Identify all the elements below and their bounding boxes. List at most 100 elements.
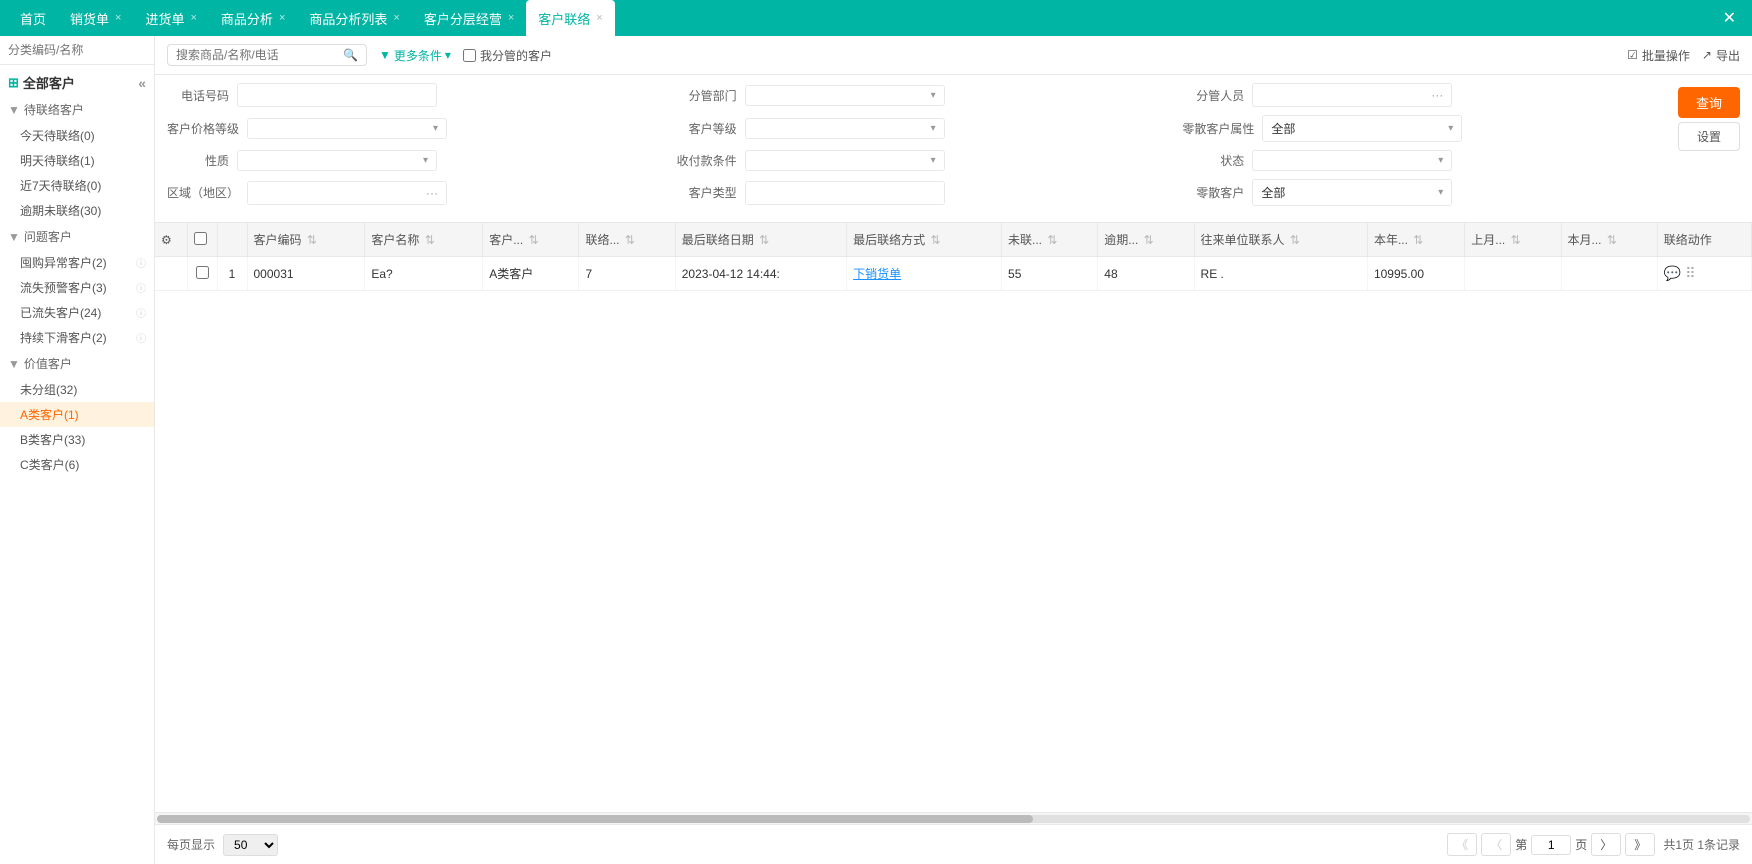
- last-contact-date-column-header[interactable]: 最后联络日期 ⇅: [675, 223, 846, 257]
- sidebar-item-囤购异常客户(2)[interactable]: 囤购异常客户(2)ⓘ: [0, 250, 154, 275]
- status-select[interactable]: ▾: [1252, 150, 1452, 171]
- nav-close-icon[interactable]: ×: [190, 12, 196, 24]
- last-contact-method-column-header[interactable]: 最后联络方式 ⇅: [847, 223, 1002, 257]
- close-window-button[interactable]: ✕: [1715, 8, 1744, 28]
- action-chat-icon[interactable]: 💬: [1664, 265, 1681, 282]
- page-size-select[interactable]: 50 100 200: [223, 834, 278, 856]
- overdue-column-header[interactable]: 逾期... ⇅: [1098, 223, 1194, 257]
- info-icon[interactable]: ⓘ: [136, 330, 146, 345]
- last-contact-method-link[interactable]: 下销货单: [853, 267, 901, 281]
- row-unit-contact-cell: RE .: [1194, 257, 1367, 291]
- nav-item-客户分层经营[interactable]: 客户分层经营×: [412, 0, 526, 36]
- phone-input[interactable]: [237, 83, 437, 107]
- nav-item-客户联络[interactable]: 客户联络×: [526, 0, 614, 36]
- sidebar-all-customers-label[interactable]: 全部客户: [23, 73, 75, 92]
- next-page-button[interactable]: 〉: [1591, 833, 1621, 856]
- retail-attr-select[interactable]: 全部 ▾: [1262, 115, 1462, 142]
- table-scroll-area[interactable]: ⚙ 客户编码 ⇅ 客户名称 ⇅ 客户... ⇅ 联络... ⇅ 最后联络日期 ⇅…: [155, 223, 1752, 812]
- nav-close-icon[interactable]: ×: [508, 12, 514, 24]
- sidebar-item-B类客户(33)[interactable]: B类客户(33): [0, 427, 154, 452]
- last-month-column-header[interactable]: 上月... ⇅: [1465, 223, 1561, 257]
- batch-operations-button[interactable]: ☑ 批量操作: [1627, 47, 1690, 64]
- scroll-track: [157, 815, 1750, 823]
- select-all-checkbox[interactable]: [194, 232, 207, 245]
- page-number-input[interactable]: [1531, 835, 1571, 855]
- prev-page-button[interactable]: 〈: [1481, 833, 1511, 856]
- nav-close-icon[interactable]: ×: [393, 12, 399, 24]
- content-area: 🔍 ▼ 更多条件 ▾ 我分管的客户 ☑ 批量操作 ↗ 导出: [155, 36, 1752, 864]
- horizontal-scrollbar[interactable]: [155, 812, 1752, 824]
- dept-select[interactable]: ▾: [745, 85, 945, 106]
- no-contact-column-header[interactable]: 未联... ⇅: [1002, 223, 1098, 257]
- row-type-cell: A类客户: [483, 257, 579, 291]
- scroll-thumb[interactable]: [157, 815, 1033, 823]
- nature-select[interactable]: ▾: [237, 150, 437, 171]
- manager-select[interactable]: ···: [1252, 83, 1452, 107]
- export-button[interactable]: ↗ 导出: [1702, 47, 1740, 64]
- gear-column-header[interactable]: ⚙: [155, 223, 187, 257]
- retail-customer-select[interactable]: 全部 ▾: [1252, 179, 1452, 206]
- sidebar-item-A类客户(1)[interactable]: A类客户(1): [0, 402, 154, 427]
- row-checkbox[interactable]: [196, 266, 209, 279]
- customer-type-input[interactable]: [745, 181, 945, 205]
- action-more-icon[interactable]: ⠿: [1685, 265, 1695, 282]
- this-month-column-header[interactable]: 本月... ⇅: [1561, 223, 1657, 257]
- sidebar-item-C类客户(6)[interactable]: C类客户(6): [0, 452, 154, 477]
- sidebar-item-label: 已流失客户(24): [20, 304, 101, 321]
- name-column-header[interactable]: 客户名称 ⇅: [365, 223, 483, 257]
- filter-search-input[interactable]: [176, 48, 343, 62]
- top-navigation: 首页销货单×进货单×商品分析×商品分析列表×客户分层经营×客户联络× ✕: [0, 0, 1752, 36]
- sidebar-collapse-button[interactable]: «: [138, 75, 146, 91]
- section-arrow-icon: ▼: [8, 103, 20, 117]
- sidebar-section-价值客户[interactable]: ▼价值客户: [0, 350, 154, 377]
- row-action-cell: 💬 ⠿: [1657, 257, 1751, 291]
- info-icon[interactable]: ⓘ: [136, 305, 146, 320]
- filter-search-container: 🔍: [167, 44, 367, 66]
- batch-ops-icon: ☑: [1627, 48, 1638, 62]
- unit-contact-column-header[interactable]: 往来单位联系人 ⇅: [1194, 223, 1367, 257]
- row-this-year-cell: 10995.00: [1367, 257, 1464, 291]
- nav-item-进货单[interactable]: 进货单×: [133, 0, 208, 36]
- sidebar-item-近7天待联络(0)[interactable]: 近7天待联络(0): [0, 173, 154, 198]
- sidebar-item-已流失客户(24)[interactable]: 已流失客户(24) ⓘ: [0, 300, 154, 325]
- nav-close-icon[interactable]: ×: [279, 12, 285, 24]
- sidebar-item-流失预警客户(3)[interactable]: 流失预警客户(3)ⓘ: [0, 275, 154, 300]
- nav-close-icon[interactable]: ×: [115, 12, 121, 24]
- payment-select[interactable]: ▾: [745, 150, 945, 171]
- sidebar: 🔍 ⊞ 全部客户 « ▼待联络客户今天待联络(0)明天待联络(1)近7天待联络(…: [0, 36, 155, 864]
- nature-arrow-icon: ▾: [423, 155, 428, 166]
- contact-column-header[interactable]: 联络... ⇅: [579, 223, 675, 257]
- sidebar-item-未分组(32)[interactable]: 未分组(32): [0, 377, 154, 402]
- nav-item-销货单[interactable]: 销货单×: [58, 0, 133, 36]
- customer-level-select[interactable]: ▾: [745, 118, 945, 139]
- last-page-button[interactable]: 》: [1625, 833, 1655, 856]
- info-icon[interactable]: ⓘ: [136, 280, 146, 295]
- info-icon[interactable]: ⓘ: [136, 255, 146, 270]
- filter-search-icon[interactable]: 🔍: [343, 48, 358, 62]
- nav-item-首页[interactable]: 首页: [8, 0, 58, 36]
- nav-close-icon[interactable]: ×: [596, 12, 602, 24]
- sidebar-section-待联络客户[interactable]: ▼待联络客户: [0, 96, 154, 123]
- my-customers-checkbox[interactable]: [463, 49, 476, 62]
- sidebar-item-持续下滑客户(2)[interactable]: 持续下滑客户(2)ⓘ: [0, 325, 154, 350]
- sidebar-search-input[interactable]: [8, 43, 155, 57]
- retail-attr-label: 零散客户属性: [1182, 120, 1262, 137]
- settings-button[interactable]: 设置: [1678, 122, 1740, 151]
- type-column-header[interactable]: 客户... ⇅: [483, 223, 579, 257]
- row-last-month-cell: [1465, 257, 1561, 291]
- row-gear-cell: [155, 257, 187, 291]
- sidebar-grid-icon: ⊞: [8, 75, 19, 91]
- nav-item-商品分析列表[interactable]: 商品分析列表×: [297, 0, 411, 36]
- sidebar-item-明天待联络(1)[interactable]: 明天待联络(1): [0, 148, 154, 173]
- price-level-select[interactable]: ▾: [247, 118, 447, 139]
- this-year-column-header[interactable]: 本年... ⇅: [1367, 223, 1464, 257]
- sidebar-item-逾期未联络(30)[interactable]: 逾期未联络(30): [0, 198, 154, 223]
- nav-item-商品分析[interactable]: 商品分析×: [209, 0, 297, 36]
- first-page-button[interactable]: 《: [1447, 833, 1477, 856]
- more-conditions-button[interactable]: ▼ 更多条件 ▾: [379, 47, 451, 64]
- region-select[interactable]: ···: [247, 181, 447, 205]
- query-button[interactable]: 查询: [1678, 87, 1740, 118]
- sidebar-section-问题客户[interactable]: ▼问题客户: [0, 223, 154, 250]
- code-column-header[interactable]: 客户编码 ⇅: [247, 223, 365, 257]
- sidebar-item-今天待联络(0)[interactable]: 今天待联络(0): [0, 123, 154, 148]
